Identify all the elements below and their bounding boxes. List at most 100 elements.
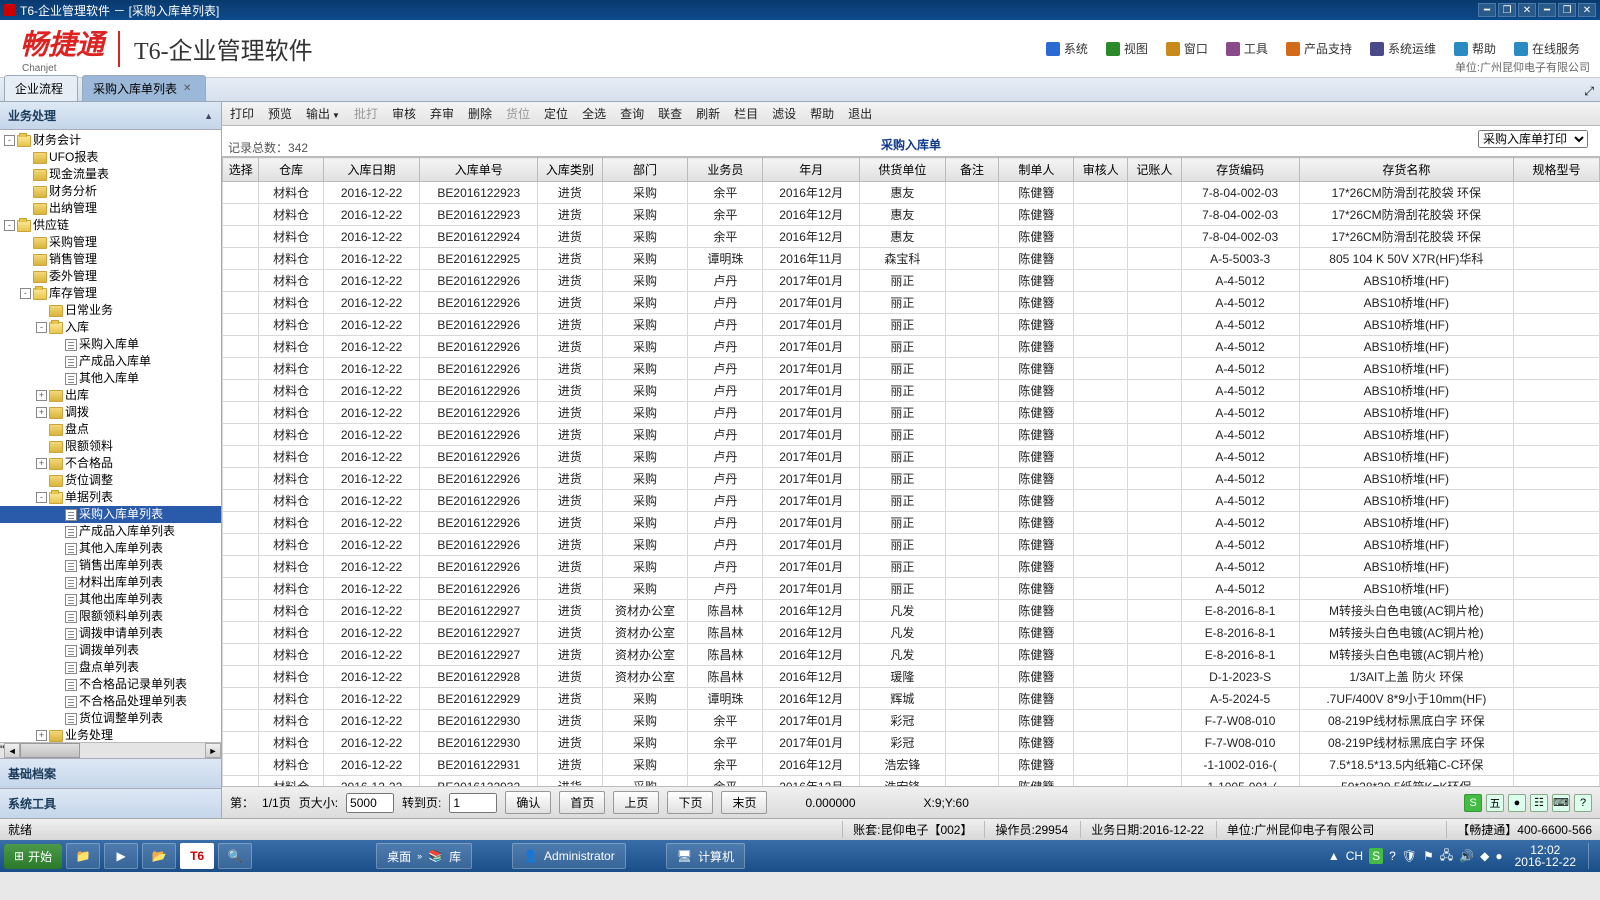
table-row[interactable]: 材料仓2016-12-22BE2016122928进货资材办公室陈昌林2016年…: [223, 666, 1600, 688]
ime-help-icon[interactable]: ?: [1574, 794, 1592, 812]
table-row[interactable]: 材料仓2016-12-22BE2016122923进货采购余平2016年12月惠…: [223, 182, 1600, 204]
expand-icon[interactable]: -: [36, 492, 47, 503]
first-page-button[interactable]: 首页: [559, 791, 605, 814]
tree-node[interactable]: +不合格品: [0, 455, 221, 472]
tray-app1-icon[interactable]: ◆: [1480, 849, 1489, 863]
ime-s-icon[interactable]: S: [1464, 794, 1482, 812]
tray-flag-icon[interactable]: ⚑: [1423, 849, 1434, 863]
expand-icon[interactable]: -: [20, 288, 31, 299]
table-row[interactable]: 材料仓2016-12-22BE2016122930进货采购余平2017年01月彩…: [223, 732, 1600, 754]
expand-icon[interactable]: ⤢: [1578, 82, 1600, 101]
expand-icon[interactable]: +: [36, 458, 47, 469]
tree-node[interactable]: UFO报表: [0, 149, 221, 166]
next-page-button[interactable]: 下页: [667, 791, 713, 814]
tree-node[interactable]: 采购入库单列表: [0, 506, 221, 523]
tree-node[interactable]: 调拨单列表: [0, 642, 221, 659]
col-header[interactable]: 入库类别: [538, 158, 602, 182]
tree-node[interactable]: 其他入库单列表: [0, 540, 221, 557]
tree-node[interactable]: 货位调整单列表: [0, 710, 221, 727]
tree-node[interactable]: +出库: [0, 387, 221, 404]
tree-node[interactable]: 销售出库单列表: [0, 557, 221, 574]
data-grid[interactable]: 选择仓库入库日期入库单号入库类别部门业务员年月供货单位备注制单人审核人记账人存货…: [222, 156, 1600, 786]
tree-node[interactable]: +业务处理: [0, 727, 221, 742]
tool-定位[interactable]: 定位: [544, 105, 568, 122]
table-row[interactable]: 材料仓2016-12-22BE2016122926进货采购卢丹2017年01月丽…: [223, 402, 1600, 424]
table-row[interactable]: 材料仓2016-12-22BE2016122926进货采购卢丹2017年01月丽…: [223, 270, 1600, 292]
tree-node[interactable]: -供应链: [0, 217, 221, 234]
show-desktop-button[interactable]: [1588, 843, 1596, 869]
tree-node[interactable]: 货位调整: [0, 472, 221, 489]
taskbar-computer[interactable]: 🖥计算机: [666, 843, 745, 869]
tree-node[interactable]: 限额领料单列表: [0, 608, 221, 625]
table-row[interactable]: 材料仓2016-12-22BE2016122930进货采购余平2017年01月彩…: [223, 710, 1600, 732]
table-row[interactable]: 材料仓2016-12-22BE2016122926进货采购卢丹2017年01月丽…: [223, 380, 1600, 402]
table-row[interactable]: 材料仓2016-12-22BE2016122926进货采购卢丹2017年01月丽…: [223, 556, 1600, 578]
tree-node[interactable]: 盘点单列表: [0, 659, 221, 676]
tray-ime-icon[interactable]: S: [1369, 848, 1383, 864]
tool-删除[interactable]: 删除: [468, 105, 492, 122]
maximize-button[interactable]: ❐: [1498, 3, 1516, 17]
tree-node[interactable]: 日常业务: [0, 302, 221, 319]
tool-查询[interactable]: 查询: [620, 105, 644, 122]
table-row[interactable]: 材料仓2016-12-22BE2016122926进货采购卢丹2017年01月丽…: [223, 424, 1600, 446]
table-row[interactable]: 材料仓2016-12-22BE2016122927进货资材办公室陈昌林2016年…: [223, 600, 1600, 622]
sidebar-section-archive[interactable]: 基础档案: [0, 758, 221, 788]
table-row[interactable]: 材料仓2016-12-22BE2016122926进货采购卢丹2017年01月丽…: [223, 578, 1600, 600]
sidebar-hscroll[interactable]: " ◄ ►: [0, 742, 221, 758]
tree-node[interactable]: 产成品入库单: [0, 353, 221, 370]
last-page-button[interactable]: 末页: [721, 791, 767, 814]
menu-系统运维[interactable]: 系统运维: [1370, 40, 1436, 57]
tool-刷新[interactable]: 刷新: [696, 105, 720, 122]
table-row[interactable]: 材料仓2016-12-22BE2016122926进货采购卢丹2017年01月丽…: [223, 292, 1600, 314]
tool-输出[interactable]: 输出▼: [306, 105, 340, 122]
scroll-thumb[interactable]: [20, 743, 80, 758]
tree-node[interactable]: -库存管理: [0, 285, 221, 302]
table-row[interactable]: 材料仓2016-12-22BE2016122926进货采购卢丹2017年01月丽…: [223, 490, 1600, 512]
tree-node[interactable]: 采购管理: [0, 234, 221, 251]
table-row[interactable]: 材料仓2016-12-22BE2016122927进货资材办公室陈昌林2016年…: [223, 644, 1600, 666]
col-header[interactable]: 制单人: [999, 158, 1074, 182]
minimize2-button[interactable]: ━: [1538, 3, 1556, 17]
table-row[interactable]: 材料仓2016-12-22BE2016122926进货采购卢丹2017年01月丽…: [223, 336, 1600, 358]
col-header[interactable]: 年月: [763, 158, 860, 182]
tree-node[interactable]: 不合格品记录单列表: [0, 676, 221, 693]
tree-node[interactable]: 其他出库单列表: [0, 591, 221, 608]
table-row[interactable]: 材料仓2016-12-22BE2016122923进货采购余平2016年12月惠…: [223, 204, 1600, 226]
tray-help-icon[interactable]: ?: [1389, 849, 1396, 863]
table-row[interactable]: 材料仓2016-12-22BE2016122927进货资材办公室陈昌林2016年…: [223, 622, 1600, 644]
tool-滤设[interactable]: 滤设: [772, 105, 796, 122]
tool-审核[interactable]: 审核: [392, 105, 416, 122]
tree-node[interactable]: +调拨: [0, 404, 221, 421]
taskbar-t6-icon[interactable]: T6: [180, 843, 214, 869]
tab-企业流程[interactable]: 企业流程: [4, 75, 78, 101]
tree-node[interactable]: 财务分析: [0, 183, 221, 200]
tray-clock[interactable]: 12:022016-12-22: [1509, 844, 1582, 868]
close2-button[interactable]: ✕: [1578, 3, 1596, 17]
table-row[interactable]: 材料仓2016-12-22BE2016122926进货采购卢丹2017年01月丽…: [223, 468, 1600, 490]
close-button[interactable]: ✕: [1518, 3, 1536, 17]
menu-工具[interactable]: 工具: [1226, 40, 1268, 57]
ime-moon-icon[interactable]: ●: [1508, 794, 1526, 812]
taskbar-desktop[interactable]: 桌面 » 📚库: [376, 843, 472, 869]
tray-vol-icon[interactable]: 🔊: [1459, 849, 1474, 863]
tree-node[interactable]: 产成品入库单列表: [0, 523, 221, 540]
col-header[interactable]: 部门: [602, 158, 688, 182]
tree-node[interactable]: -单据列表: [0, 489, 221, 506]
tray-net-icon[interactable]: 🖧: [1440, 846, 1453, 867]
tool-帮助[interactable]: 帮助: [810, 105, 834, 122]
table-row[interactable]: 材料仓2016-12-22BE2016122926进货采购卢丹2017年01月丽…: [223, 358, 1600, 380]
tool-联查[interactable]: 联查: [658, 105, 682, 122]
expand-icon[interactable]: -: [4, 135, 15, 146]
menu-窗口[interactable]: 窗口: [1166, 40, 1208, 57]
table-row[interactable]: 材料仓2016-12-22BE2016122931进货采购余平2016年12月浩…: [223, 754, 1600, 776]
tool-全选[interactable]: 全选: [582, 105, 606, 122]
table-row[interactable]: 材料仓2016-12-22BE2016122926进货采购卢丹2017年01月丽…: [223, 512, 1600, 534]
tree-node[interactable]: -财务会计: [0, 132, 221, 149]
col-header[interactable]: 审核人: [1074, 158, 1128, 182]
table-row[interactable]: 材料仓2016-12-22BE2016122924进货采购余平2016年12月惠…: [223, 226, 1600, 248]
tool-货位[interactable]: 货位: [506, 105, 530, 122]
table-row[interactable]: 材料仓2016-12-22BE2016122926进货采购卢丹2017年01月丽…: [223, 534, 1600, 556]
taskbar-app-icon[interactable]: 🔍: [218, 843, 252, 869]
expand-icon[interactable]: -: [36, 322, 47, 333]
table-row[interactable]: 材料仓2016-12-22BE2016122926进货采购卢丹2017年01月丽…: [223, 314, 1600, 336]
